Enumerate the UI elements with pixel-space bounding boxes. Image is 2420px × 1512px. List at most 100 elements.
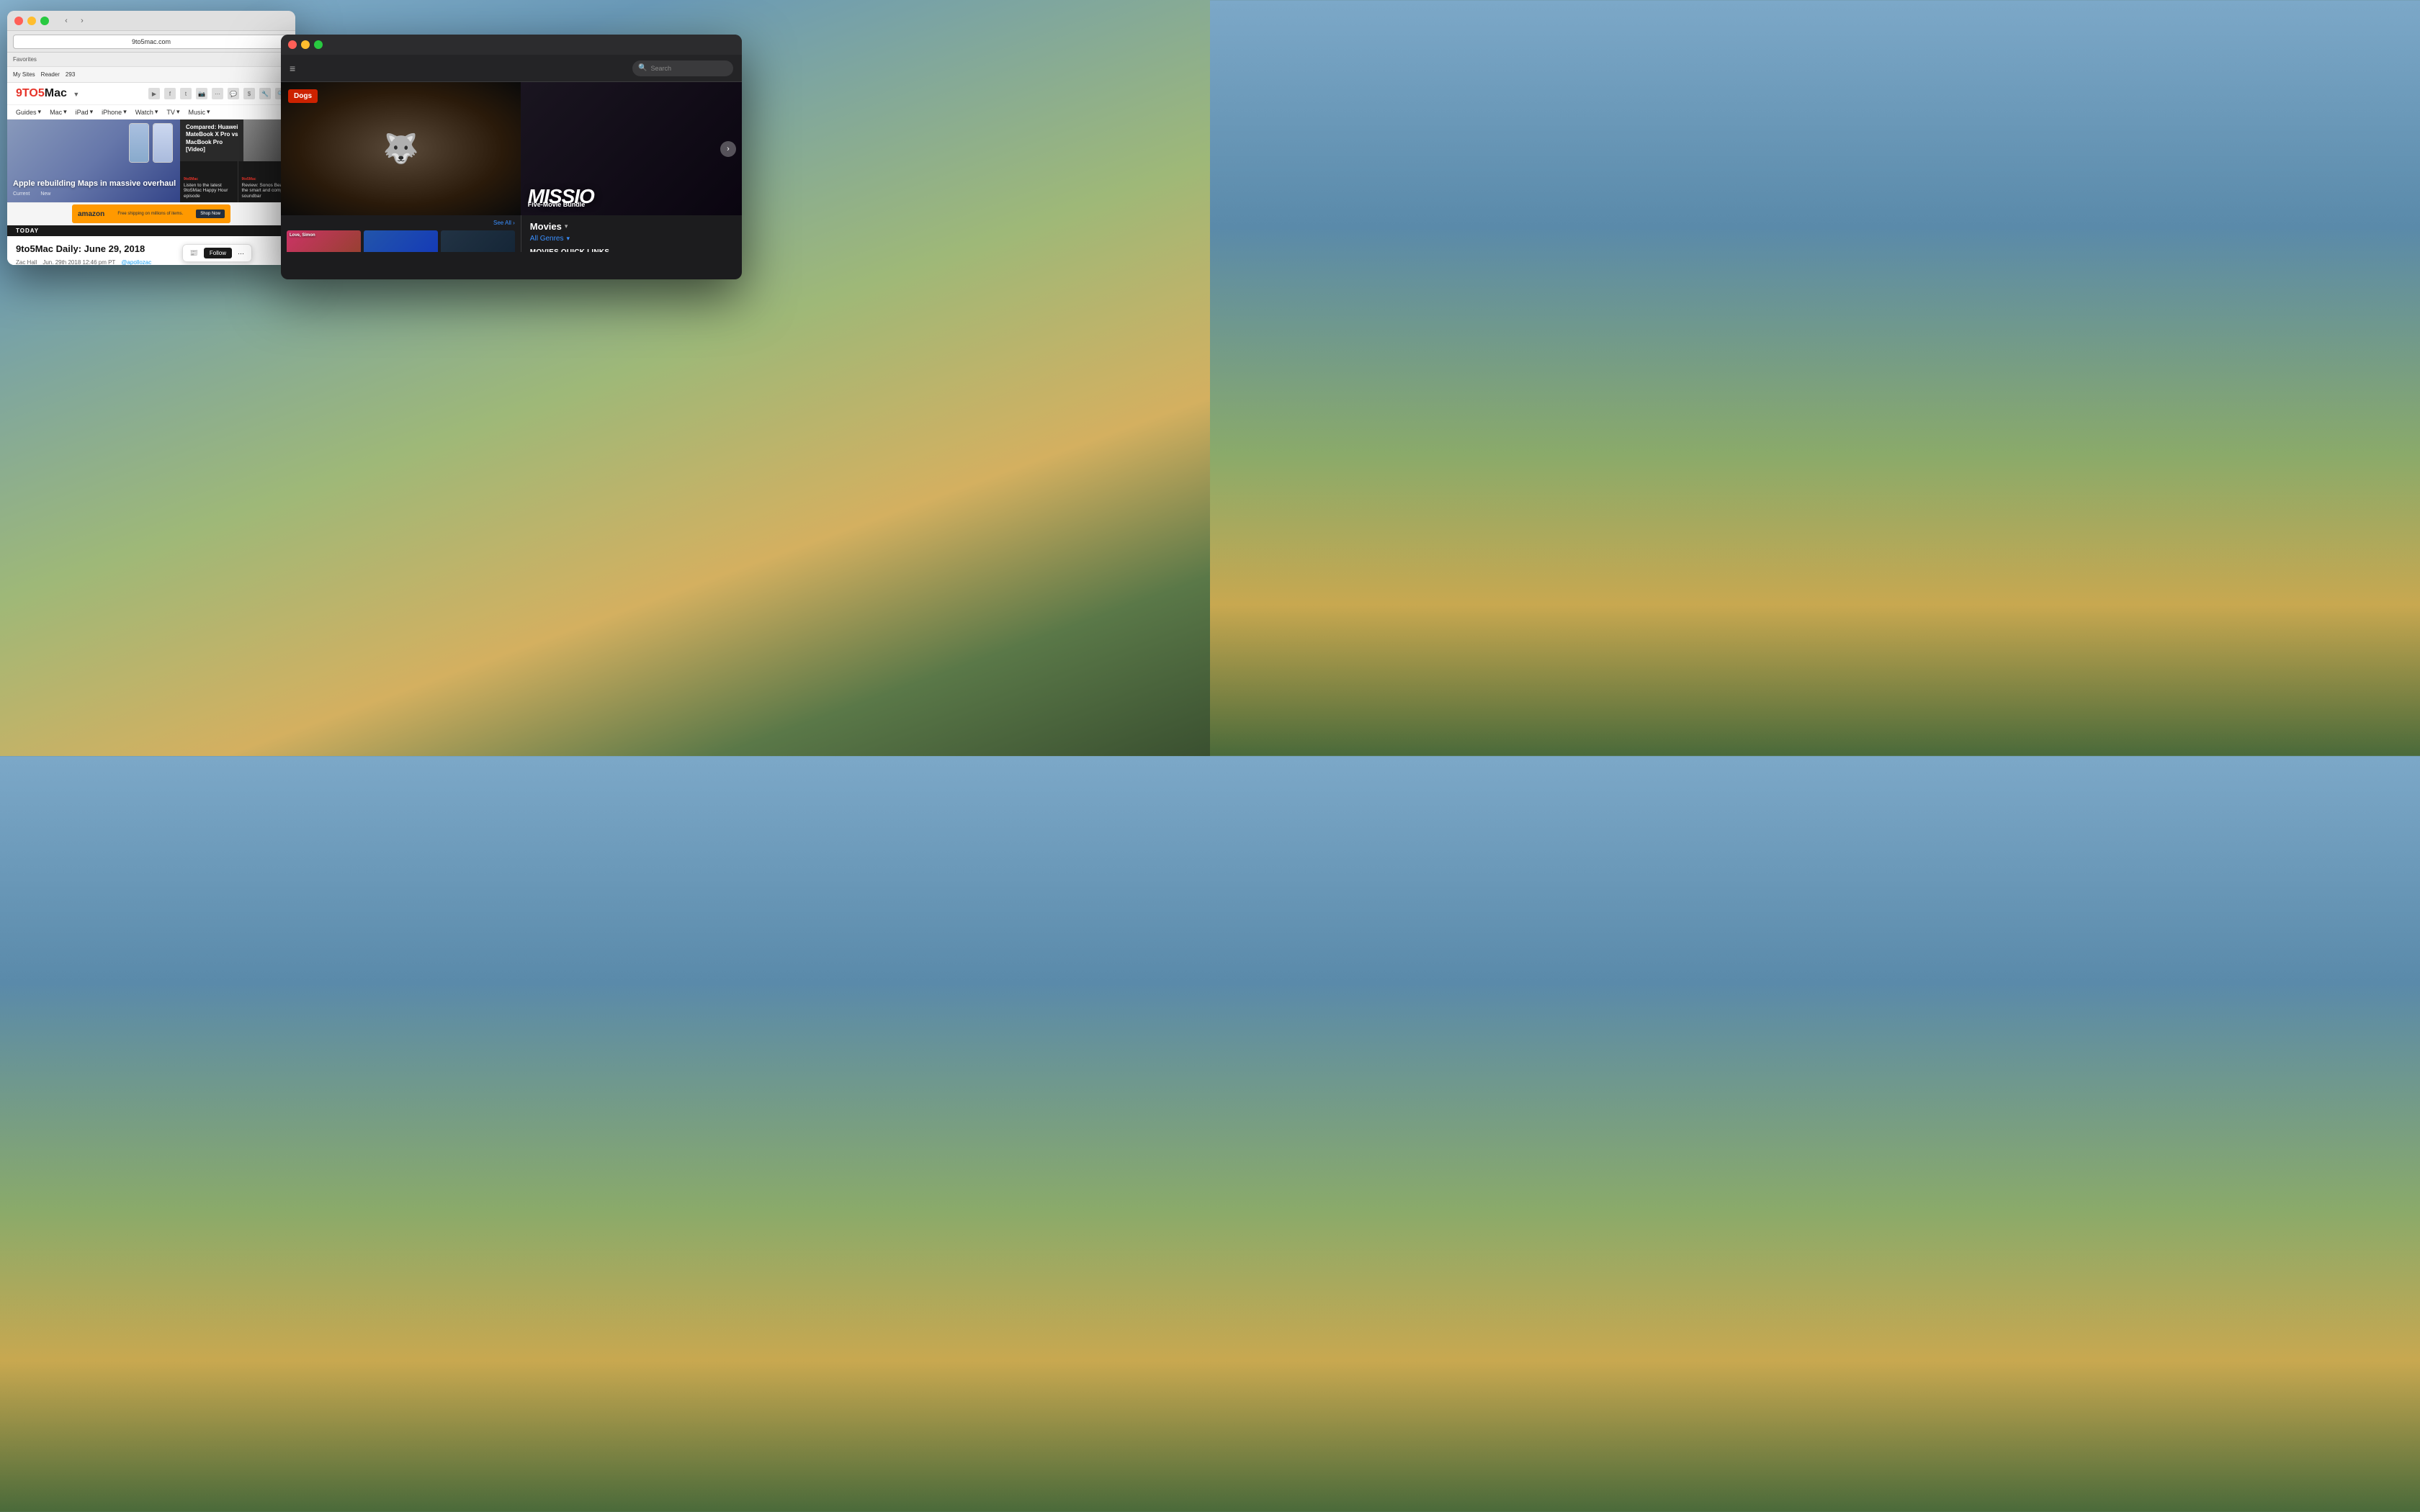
article-author: Zac Hall [16, 259, 37, 265]
facebook-icon[interactable]: f [164, 88, 176, 99]
bookmark-label: 293 [66, 71, 75, 78]
hero-title: Apple rebuilding Maps in massive overhau… [13, 179, 176, 189]
nav-iphone[interactable]: iPhone ▾ [102, 108, 127, 116]
movies-title: Movies [530, 221, 562, 232]
dogs-tag: Dogs [288, 89, 318, 103]
instagram-icon[interactable]: 📷 [196, 88, 207, 99]
genres-row: All Genres ▾ [530, 235, 733, 243]
ad-banner: amazon Free shipping on millions of item… [7, 202, 295, 225]
label-new: New [40, 192, 50, 197]
bookmark-label: Reader [41, 71, 60, 78]
forward-button[interactable]: › [76, 15, 88, 27]
amazon-tagline: Free shipping on millions of items. [117, 212, 183, 216]
amazon-cta[interactable]: Shop Now [196, 210, 225, 218]
nav-mac[interactable]: Mac ▾ [50, 108, 67, 116]
search-bar[interactable]: 🔍 Search [632, 60, 733, 76]
header-icons: ▶ f t 📷 ⋯ 💬 $ 🔧 🔍 [148, 88, 287, 99]
mini-article-podcast[interactable]: 9to5Mac Listen to the latest 9to5Mac Hap… [180, 161, 238, 203]
more-icon[interactable]: ⋯ [212, 88, 223, 99]
more-options-icon[interactable]: ··· [238, 250, 244, 257]
movies-dropdown-icon[interactable]: ▾ [565, 222, 568, 230]
movie-love-simon[interactable]: Love, Simon [287, 230, 361, 252]
quick-links-title: MOVIES QUICK LINKS [530, 248, 733, 252]
hero-labels: Current New [13, 192, 176, 197]
itunes-minimize-button[interactable] [301, 40, 310, 49]
itunes-close-button[interactable] [288, 40, 297, 49]
browser-content: 9TO5Mac ▼ ▶ f t 📷 ⋯ 💬 $ 🔧 🔍 Guides ▾ Mac… [7, 83, 295, 265]
label-current: Current [13, 192, 30, 197]
hero-right: Compared: Huawei MateBook X Pro vs MacBo… [180, 120, 295, 202]
chat-icon[interactable]: 💬 [228, 88, 239, 99]
featured-movie-dogs[interactable]: 🐺 Dogs [281, 82, 521, 215]
featured-movie-mission[interactable]: MISSIO › Five-Movie Bundle [521, 82, 742, 215]
amazon-logo: amazon [78, 210, 104, 218]
maximize-button[interactable] [40, 17, 49, 25]
nav-watch[interactable]: Watch ▾ [135, 108, 158, 116]
movies-section: See All › Love, Simon Pacific Rim: Upris… [281, 215, 742, 252]
twitter-handle[interactable]: @apollozac [121, 259, 151, 265]
article-date: Jun. 29th 2018 12:46 pm PT [42, 259, 115, 265]
movies-header: Movies ▾ [530, 221, 733, 232]
address-bar[interactable]: 9to5mac.com [13, 35, 290, 49]
genres-link[interactable]: All Genres [530, 235, 564, 243]
featured-next-arrow[interactable]: › [720, 141, 736, 157]
hero-text: Apple rebuilding Maps in massive overhau… [13, 179, 176, 197]
itunes-maximize-button[interactable] [314, 40, 323, 49]
menu-icon[interactable]: ≡ [290, 63, 295, 74]
itunes-sidebar: Movies ▾ All Genres ▾ MOVIES QUICK LINKS… [521, 215, 742, 252]
youtube-icon[interactable]: ▶ [148, 88, 160, 99]
browser-nav: ‹ › [60, 15, 88, 27]
section-header: See All › [287, 220, 515, 226]
site-nav: Guides ▾ Mac ▾ iPad ▾ iPhone ▾ Watch ▾ T… [7, 105, 295, 120]
bookmark-reader[interactable]: Reader [41, 71, 60, 78]
nav-ipad[interactable]: iPad ▾ [76, 108, 94, 116]
favorites-label: Favorites [13, 56, 37, 63]
follow-button[interactable]: Follow [204, 248, 232, 258]
follow-bar: 📰 Follow ··· [182, 244, 252, 262]
url-display: 9to5mac.com [132, 38, 171, 45]
nav-tv[interactable]: TV ▾ [166, 108, 179, 116]
article-content: 9to5Mac Daily: June 29, 2018 Zac Hall Ju… [7, 236, 295, 265]
itunes-main: Store 🐺 Dogs MISSIO › Five-Movie Bundle [281, 82, 742, 279]
phone-current [129, 123, 149, 163]
hero-articles-bottom: 9to5Mac Listen to the latest 9to5Mac Hap… [180, 161, 295, 203]
search-placeholder: Search [650, 65, 671, 72]
movie-thumb-label: Love, Simon [287, 230, 361, 240]
mini-logo: 9to5Mac [184, 177, 234, 181]
today-label: TODAY [16, 228, 39, 234]
itunes-titlebar [281, 35, 742, 55]
movie-grid: Love, Simon Pacific Rim: Uprising Tomb R… [287, 230, 515, 252]
nav-music[interactable]: Music ▾ [188, 108, 210, 116]
five-movie-label: Five-Movie Bundle [528, 201, 586, 208]
bookmark-label: My Sites [13, 71, 35, 78]
phone-new [153, 123, 173, 163]
minimize-button[interactable] [27, 17, 36, 25]
browser-window: ‹ › 9to5mac.com Favorites My Sites Reade… [7, 11, 295, 265]
amazon-ad[interactable]: amazon Free shipping on millions of item… [72, 204, 230, 223]
browser-titlebar: ‹ › [7, 11, 295, 31]
itunes-toolbar: ≡ 🔍 Search [281, 55, 742, 82]
hero-main-article[interactable]: Apple rebuilding Maps in massive overhau… [7, 120, 180, 202]
wrench-icon[interactable]: 🔧 [259, 88, 271, 99]
twitter-icon[interactable]: t [180, 88, 192, 99]
close-button[interactable] [14, 17, 23, 25]
logo-red: 9TO5 [16, 87, 45, 99]
bookmark-mysites[interactable]: My Sites [13, 71, 35, 78]
hero-section: Apple rebuilding Maps in massive overhau… [7, 120, 295, 202]
see-all-link[interactable]: See All › [493, 220, 515, 226]
movie-pacific-rim[interactable]: Pacific Rim: Uprising [364, 230, 438, 252]
site-header: 9TO5Mac ▼ ▶ f t 📷 ⋯ 💬 $ 🔧 🔍 [7, 83, 295, 105]
movie-tomb-raider[interactable]: Tomb Raider (2018) [441, 230, 515, 252]
favorites-bar: Favorites [7, 53, 295, 67]
back-button[interactable]: ‹ [60, 15, 72, 27]
bookmarks-bar: My Sites Reader 293 [7, 67, 295, 83]
dollar-icon[interactable]: $ [243, 88, 255, 99]
movie-grid-area: See All › Love, Simon Pacific Rim: Upris… [281, 215, 521, 252]
search-icon: 🔍 [638, 64, 647, 72]
today-bar: TODAY [7, 225, 295, 236]
hero-article-huawei[interactable]: Compared: Huawei MateBook X Pro vs MacBo… [180, 120, 295, 161]
bookmark-293[interactable]: 293 [66, 71, 75, 78]
nav-guides[interactable]: Guides ▾ [16, 108, 41, 116]
genres-dropdown-icon[interactable]: ▾ [566, 235, 570, 243]
logo-dropdown[interactable]: ▼ [73, 91, 79, 98]
